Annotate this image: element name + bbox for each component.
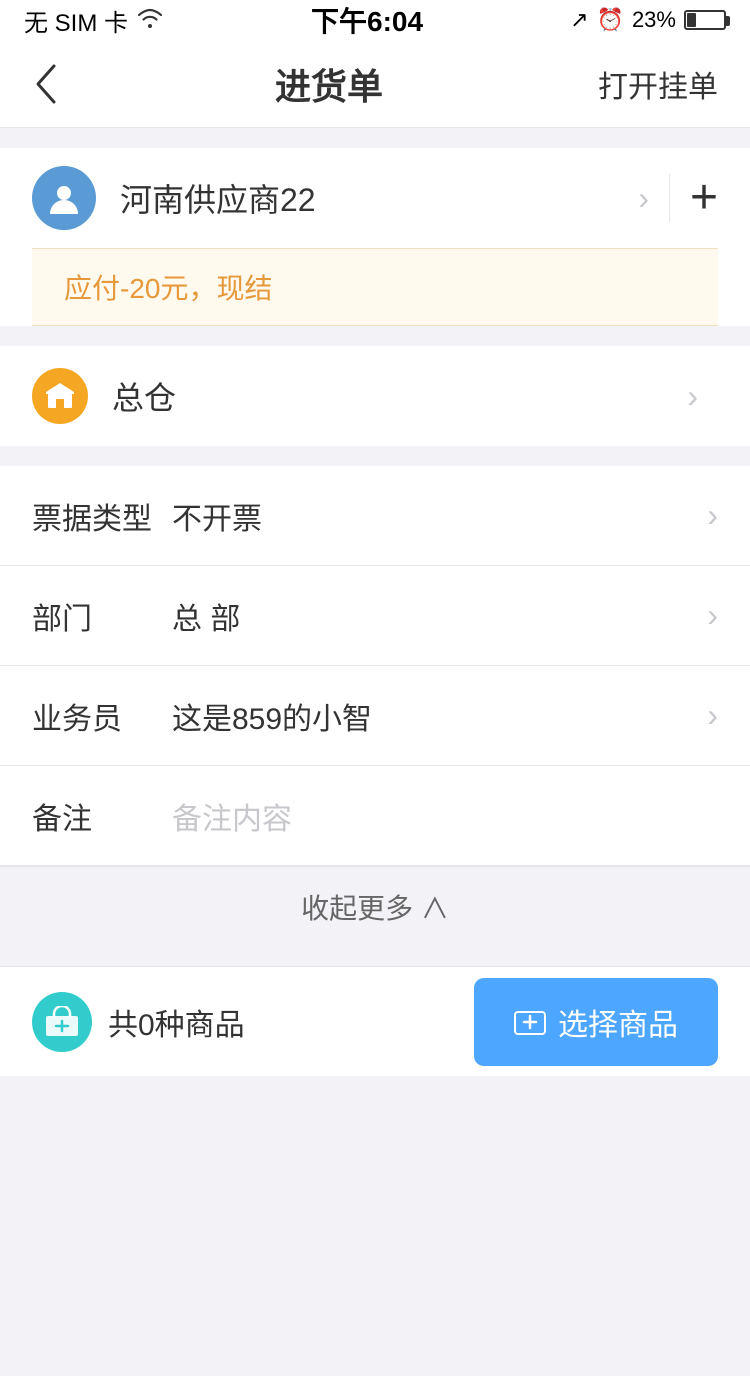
warehouse-section: 总仓 › xyxy=(0,346,750,446)
gray-area xyxy=(0,1076,750,1376)
supplier-name: 河南供应商22 xyxy=(120,175,638,221)
location-icon: ↗ xyxy=(570,7,588,33)
collapse-label: 收起更多 ∧ xyxy=(301,887,449,927)
open-pending-button[interactable]: 打开挂单 xyxy=(598,62,718,106)
warehouse-icon xyxy=(32,368,88,424)
salesperson-value: 这是859的小智 xyxy=(172,694,707,738)
remark-row[interactable]: 备注 备注内容 xyxy=(0,766,750,866)
salesperson-row[interactable]: 业务员 这是859的小智 › xyxy=(0,666,750,766)
wifi-icon xyxy=(136,6,164,35)
collapse-row[interactable]: 收起更多 ∧ xyxy=(0,866,750,946)
salesperson-label: 业务员 xyxy=(32,694,172,738)
form-section: 票据类型 不开票 › 部门 总 部 › 业务员 这是859的小智 › 备注 备注… xyxy=(0,466,750,946)
sales-chevron-icon: › xyxy=(707,697,718,734)
warehouse-name: 总仓 xyxy=(112,373,687,419)
department-label: 部门 xyxy=(32,594,172,638)
status-right: ↗ ⏰ 23% xyxy=(570,7,726,33)
warehouse-chevron-icon: › xyxy=(687,378,698,415)
back-button[interactable] xyxy=(32,62,60,106)
nav-bar: 进货单 打开挂单 xyxy=(0,40,750,128)
supplier-row[interactable]: 河南供应商22 › + xyxy=(32,148,718,248)
select-product-label: 选择商品 xyxy=(558,1000,678,1044)
product-count-section: 共0种商品 xyxy=(32,992,245,1052)
supplier-section: 河南供应商22 › + 应付-20元，现结 xyxy=(0,148,750,326)
status-time: 下午6:04 xyxy=(311,0,423,40)
page-title: 进货单 xyxy=(275,58,383,110)
bottom-bar: 共0种商品 选择商品 xyxy=(0,966,750,1076)
invoice-type-value: 不开票 xyxy=(172,494,707,538)
section-gap-1 xyxy=(0,128,750,148)
invoice-type-label: 票据类型 xyxy=(32,494,172,538)
department-value: 总 部 xyxy=(172,594,707,638)
department-row[interactable]: 部门 总 部 › xyxy=(0,566,750,666)
supplier-chevron-icon: › xyxy=(638,180,649,217)
battery-icon xyxy=(684,10,726,30)
warehouse-row[interactable]: 总仓 › xyxy=(32,346,718,446)
battery-pct: 23% xyxy=(632,7,676,33)
dept-chevron-icon: › xyxy=(707,597,718,634)
add-supplier-button[interactable]: + xyxy=(669,174,718,222)
carrier-label: 无 SIM 卡 xyxy=(24,3,128,38)
notice-text: 应付-20元，现结 xyxy=(64,273,272,304)
invoice-chevron-icon: › xyxy=(707,497,718,534)
supplier-avatar xyxy=(32,166,96,230)
status-bar: 无 SIM 卡 下午6:04 ↗ ⏰ 23% xyxy=(0,0,750,40)
select-product-button[interactable]: 选择商品 xyxy=(474,978,718,1066)
product-icon xyxy=(32,992,92,1052)
invoice-type-row[interactable]: 票据类型 不开票 › xyxy=(0,466,750,566)
remark-input[interactable]: 备注内容 xyxy=(172,794,718,838)
product-count-text: 共0种商品 xyxy=(108,1000,245,1044)
alarm-icon: ⏰ xyxy=(597,7,624,33)
status-left: 无 SIM 卡 xyxy=(24,3,164,38)
remark-label: 备注 xyxy=(32,794,172,838)
notice-banner: 应付-20元，现结 xyxy=(32,248,718,326)
